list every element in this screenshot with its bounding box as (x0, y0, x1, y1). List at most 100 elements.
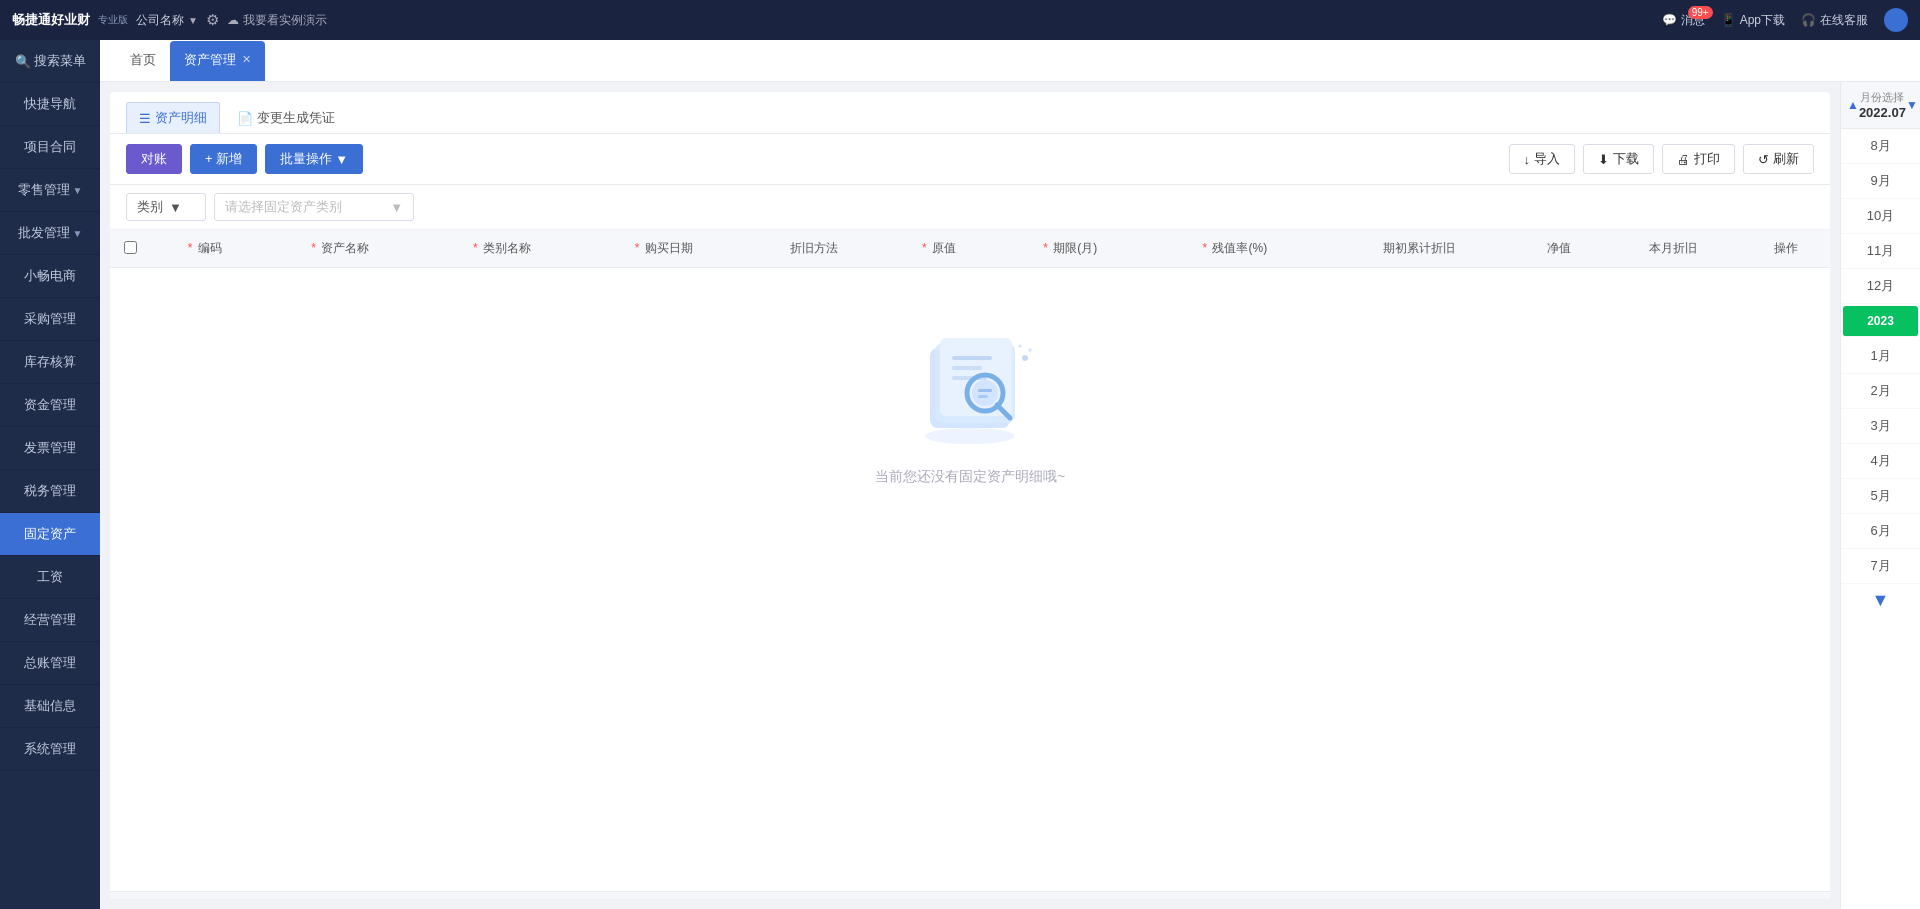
th-depreciation-method: 折旧方法 (745, 230, 885, 268)
svg-point-13 (1028, 348, 1032, 352)
user-avatar[interactable] (1884, 8, 1908, 32)
month-item-3-2023[interactable]: 3月 (1841, 409, 1920, 444)
import-button[interactable]: ↓ 导入 (1509, 144, 1576, 174)
sidebar-item-ecommerce[interactable]: 小畅电商 (0, 255, 100, 298)
th-monthly-depreciation-label: 本月折旧 (1649, 241, 1697, 255)
month-item-12[interactable]: 12月 (1841, 269, 1920, 304)
tab-home[interactable]: 首页 (116, 41, 170, 81)
sub-tab-asset-detail-label: 资产明细 (155, 109, 207, 127)
asset-table: * 编码 * 资产名称 * 类别名称 (110, 230, 1830, 268)
month-panel-up-icon[interactable]: ▲ (1847, 98, 1859, 112)
chevron-down-icon: ▼ (390, 200, 403, 215)
month-item-9[interactable]: 9月 (1841, 164, 1920, 199)
sidebar-item-management[interactable]: 经营管理 (0, 599, 100, 642)
th-residual-rate: * 残值率(%) (1147, 230, 1323, 268)
th-accumulated-depreciation: 期初累计折旧 (1323, 230, 1515, 268)
online-service-button[interactable]: 🎧 在线客服 (1801, 12, 1868, 29)
sidebar-item-label: 税务管理 (24, 482, 76, 500)
tab-close-icon[interactable]: ✕ (242, 53, 251, 66)
category-label: 类别 (137, 198, 163, 216)
sidebar-item-inventory[interactable]: 库存核算 (0, 341, 100, 384)
th-residual-rate-label: 残值率(%) (1212, 241, 1267, 255)
sidebar-item-basic-info[interactable]: 基础信息 (0, 685, 100, 728)
chevron-down-circle-icon[interactable]: ▼ (1872, 590, 1890, 610)
table-wrapper[interactable]: * 编码 * 资产名称 * 类别名称 (110, 230, 1830, 891)
toolbar: 对账 + 新增 批量操作 ▼ ↓ 导入 (110, 134, 1830, 185)
sidebar-item-label: 资金管理 (24, 396, 76, 414)
reconcile-label: 对账 (141, 150, 167, 168)
sidebar-item-tax[interactable]: 税务管理 (0, 470, 100, 513)
sidebar-item-label: 批发管理 (18, 224, 70, 242)
sidebar-item-system[interactable]: 系统管理 (0, 728, 100, 771)
sidebar-item-quick-nav[interactable]: 快捷导航 (0, 83, 100, 126)
batch-operation-button[interactable]: 批量操作 ▼ (265, 144, 363, 174)
company-name: 公司名称 (136, 12, 184, 29)
company-selector[interactable]: 公司名称 ▼ (136, 12, 198, 29)
sidebar-item-finance[interactable]: 资金管理 (0, 384, 100, 427)
svg-rect-10 (978, 389, 992, 392)
select-all-checkbox[interactable] (124, 241, 137, 254)
svg-point-8 (972, 380, 998, 406)
refresh-icon: ↺ (1758, 152, 1769, 167)
category-value-filter[interactable]: 请选择固定资产类别 ▼ (214, 193, 414, 221)
month-panel-down-icon[interactable]: ▼ (1906, 98, 1918, 112)
th-operation-label: 操作 (1774, 241, 1798, 255)
category-placeholder: 请选择固定资产类别 (225, 198, 342, 216)
month-item-7-2023[interactable]: 7月 (1841, 549, 1920, 584)
month-item-2-2023[interactable]: 2月 (1841, 374, 1920, 409)
import-icon: ↓ (1524, 152, 1531, 167)
month-item-11[interactable]: 11月 (1841, 234, 1920, 269)
sidebar-item-search[interactable]: 🔍 搜索菜单 (0, 40, 100, 83)
sidebar-item-label: 总账管理 (24, 654, 76, 672)
toolbar-right: ↓ 导入 ⬇ 下载 🖨 打印 ↺ 刷新 (1509, 144, 1815, 174)
month-item-6-2023[interactable]: 6月 (1841, 514, 1920, 549)
chevron-down-icon: ▼ (335, 152, 348, 167)
app-brand: 畅捷通好业财 (12, 11, 90, 29)
batch-label: 批量操作 (280, 150, 332, 168)
bottom-scrollbar[interactable] (110, 891, 1830, 899)
month-item-10[interactable]: 10月 (1841, 199, 1920, 234)
chevron-right-icon: ▼ (73, 185, 83, 196)
th-original-value-label: 原值 (932, 241, 956, 255)
month-item-year2023[interactable]: 2023 (1843, 306, 1918, 337)
month-panel-year: 2022.07 (1859, 105, 1906, 120)
sidebar-item-retail[interactable]: 零售管理 ▼ (0, 169, 100, 212)
sidebar-item-fixed-assets[interactable]: 固定资产 (0, 513, 100, 556)
add-label: + 新增 (205, 150, 242, 168)
month-item-8[interactable]: 8月 (1841, 129, 1920, 164)
month-item-5-2023[interactable]: 5月 (1841, 479, 1920, 514)
month-panel-header: ▲ 月份选择 2022.07 ▼ (1841, 82, 1920, 129)
sidebar-item-purchase[interactable]: 采购管理 (0, 298, 100, 341)
month-item-4-2023[interactable]: 4月 (1841, 444, 1920, 479)
svg-rect-4 (952, 356, 992, 360)
sidebar-item-ledger[interactable]: 总账管理 (0, 642, 100, 685)
refresh-button[interactable]: ↺ 刷新 (1743, 144, 1814, 174)
download-button[interactable]: ⬇ 下载 (1583, 144, 1654, 174)
sidebar-item-invoice[interactable]: 发票管理 (0, 427, 100, 470)
app-edition: 专业版 (98, 13, 128, 27)
add-button[interactable]: + 新增 (190, 144, 257, 174)
demo-button[interactable]: ☁ 我要看实例演示 (227, 12, 327, 29)
settings-icon[interactable]: ⚙ (206, 11, 219, 29)
tab-asset-mgmt[interactable]: 资产管理 ✕ (170, 41, 265, 81)
th-category-label: 类别名称 (483, 241, 531, 255)
message-button[interactable]: 💬 消息 99+ (1662, 12, 1705, 29)
chevron-down-icon: ▼ (169, 200, 182, 215)
sidebar-item-label: 小畅电商 (24, 267, 76, 285)
print-button[interactable]: 🖨 打印 (1662, 144, 1735, 174)
message-badge: 99+ (1688, 6, 1713, 19)
app-download-button[interactable]: 📱 App下载 (1721, 12, 1785, 29)
sidebar-item-label: 采购管理 (24, 310, 76, 328)
category-filter[interactable]: 类别 ▼ (126, 193, 206, 221)
sidebar-item-project[interactable]: 项目合同 (0, 126, 100, 169)
reconcile-button[interactable]: 对账 (126, 144, 182, 174)
chevron-down-icon: ▼ (188, 15, 198, 26)
sidebar-item-wholesale[interactable]: 批发管理 ▼ (0, 212, 100, 255)
month-item-1-2023[interactable]: 1月 (1841, 339, 1920, 374)
sidebar-item-salary[interactable]: 工资 (0, 556, 100, 599)
sidebar-item-label: 搜索菜单 (34, 52, 86, 70)
sub-tab-change-voucher[interactable]: 📄 变更生成凭证 (224, 102, 348, 133)
sub-tab-asset-detail[interactable]: ☰ 资产明细 (126, 102, 220, 133)
top-bar-left: 畅捷通好业财 专业版 公司名称 ▼ ⚙ ☁ 我要看实例演示 (12, 11, 327, 29)
th-purchase-date-label: 购买日期 (645, 241, 693, 255)
